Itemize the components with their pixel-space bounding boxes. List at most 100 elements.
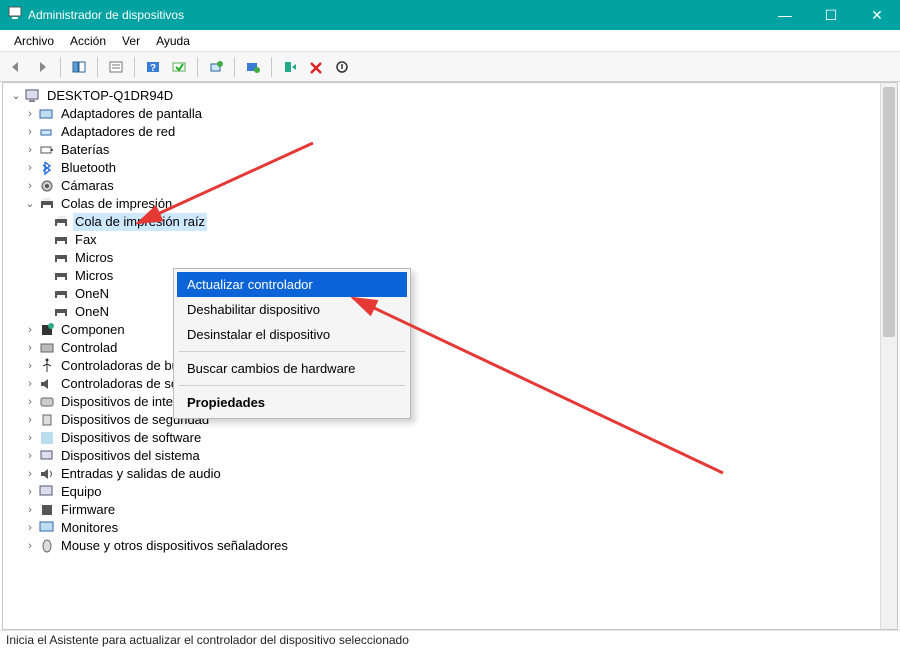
uninstall-device-button[interactable] — [304, 55, 328, 79]
title-bar: Administrador de dispositivos — ☐ ✕ — [0, 0, 900, 30]
svg-text:?: ? — [150, 63, 156, 74]
forward-button[interactable] — [30, 55, 54, 79]
chevron-right-icon[interactable]: › — [23, 431, 37, 446]
tree-item-usb[interactable]: ›Controladoras de bus serie universal — [9, 357, 897, 375]
back-button[interactable] — [4, 55, 28, 79]
chevron-right-icon[interactable]: › — [23, 179, 37, 194]
component-icon — [39, 322, 55, 338]
tree-item-equipo[interactable]: ›Equipo — [9, 483, 897, 501]
printer-icon — [53, 250, 69, 266]
battery-icon — [39, 142, 55, 158]
chevron-right-icon[interactable]: › — [23, 107, 37, 122]
menu-view[interactable]: Ver — [114, 32, 148, 50]
computer-icon — [25, 88, 41, 104]
maximize-button[interactable]: ☐ — [808, 0, 854, 30]
chevron-right-icon[interactable]: › — [23, 377, 37, 392]
menu-divider — [179, 385, 405, 386]
chevron-right-icon[interactable]: › — [23, 449, 37, 464]
chevron-right-icon[interactable]: › — [23, 467, 37, 482]
tree-item-bluetooth[interactable]: › Bluetooth — [9, 159, 897, 177]
status-bar: Inicia el Asistente para actualizar el c… — [0, 630, 900, 652]
tree-item-print-queues[interactable]: ⌄ Colas de impresión — [9, 195, 897, 213]
app-icon — [8, 6, 22, 25]
tree-item-onenote-1[interactable]: OneN — [9, 285, 897, 303]
tree-item-firmware[interactable]: ›Firmware — [9, 501, 897, 519]
menu-disable-device[interactable]: Deshabilitar dispositivo — [177, 297, 407, 322]
monitor-icon — [39, 520, 55, 536]
tree-item-fax[interactable]: Fax — [9, 231, 897, 249]
camera-icon — [39, 178, 55, 194]
menu-scan-hardware[interactable]: Buscar cambios de hardware — [177, 356, 407, 381]
menu-help[interactable]: Ayuda — [148, 32, 198, 50]
tree-item-print-root[interactable]: Cola de impresión raíz — [9, 213, 897, 231]
tree-item-monitors[interactable]: ›Monitores — [9, 519, 897, 537]
chevron-right-icon[interactable]: › — [23, 323, 37, 338]
menu-action[interactable]: Acción — [62, 32, 114, 50]
tree-root-label: DESKTOP-Q1DR94D — [45, 87, 175, 105]
tree-item-onenote-2[interactable]: OneN — [9, 303, 897, 321]
software-icon — [39, 430, 55, 446]
chevron-right-icon[interactable]: › — [23, 161, 37, 176]
network-adapter-icon — [39, 124, 55, 140]
vertical-scrollbar[interactable] — [880, 83, 897, 629]
chevron-right-icon[interactable]: › — [23, 503, 37, 518]
chevron-right-icon[interactable]: › — [23, 143, 37, 158]
tree-item-security[interactable]: ›Dispositivos de seguridad — [9, 411, 897, 429]
menu-update-driver[interactable]: Actualizar controlador — [177, 272, 407, 297]
tree-item-batteries[interactable]: › Baterías — [9, 141, 897, 159]
tree-item-sound[interactable]: ›Controladoras de sonido y vídeo y dispo… — [9, 375, 897, 393]
tree-root[interactable]: ⌄ DESKTOP-Q1DR94D — [9, 87, 897, 105]
tree-item-system-devices[interactable]: ›Dispositivos del sistema — [9, 447, 897, 465]
action-button[interactable] — [167, 55, 191, 79]
tree-item-display-adapters[interactable]: › Adaptadores de pantalla — [9, 105, 897, 123]
tree-item-print-root-label: Cola de impresión raíz — [73, 213, 207, 231]
chevron-right-icon[interactable]: › — [23, 395, 37, 410]
storage-icon — [39, 340, 55, 356]
tree-item-cameras[interactable]: › Cámaras — [9, 177, 897, 195]
help-button[interactable]: ? — [141, 55, 165, 79]
scan-hardware-button[interactable] — [204, 55, 228, 79]
printer-icon — [53, 286, 69, 302]
menu-uninstall-device[interactable]: Desinstalar el dispositivo — [177, 322, 407, 347]
tree-item-controllers[interactable]: ›Controlad — [9, 339, 897, 357]
printer-icon — [53, 268, 69, 284]
tree-item-ms-print-1[interactable]: Micros — [9, 249, 897, 267]
computer-icon — [39, 484, 55, 500]
close-button[interactable]: ✕ — [854, 0, 900, 30]
chevron-right-icon[interactable]: › — [23, 521, 37, 536]
chevron-right-icon[interactable]: › — [23, 485, 37, 500]
minimize-button[interactable]: — — [762, 0, 808, 30]
bluetooth-icon — [39, 160, 55, 176]
update-driver-button[interactable] — [241, 55, 265, 79]
tree-item-software-devices[interactable]: ›Dispositivos de software — [9, 429, 897, 447]
menu-divider — [179, 351, 405, 352]
chevron-down-icon[interactable]: ⌄ — [23, 197, 37, 212]
tree-item-ms-print-2[interactable]: Micros — [9, 267, 897, 285]
tree-item-software-components[interactable]: ›Componen — [9, 321, 897, 339]
display-adapter-icon — [39, 106, 55, 122]
disable-device-button[interactable] — [330, 55, 354, 79]
tree-item-network-adapters[interactable]: › Adaptadores de red — [9, 123, 897, 141]
speaker-icon — [39, 376, 55, 392]
chevron-right-icon[interactable]: › — [23, 413, 37, 428]
mouse-icon — [39, 538, 55, 554]
scrollbar-thumb[interactable] — [883, 87, 895, 337]
chevron-down-icon[interactable]: ⌄ — [9, 89, 23, 104]
properties-button[interactable] — [104, 55, 128, 79]
context-menu: Actualizar controlador Deshabilitar disp… — [173, 268, 411, 419]
audio-icon — [39, 466, 55, 482]
menu-file[interactable]: Archivo — [6, 32, 62, 50]
chevron-right-icon[interactable]: › — [23, 125, 37, 140]
chevron-right-icon[interactable]: › — [23, 359, 37, 374]
enable-device-button[interactable] — [278, 55, 302, 79]
show-hide-console-button[interactable] — [67, 55, 91, 79]
tree-item-hid[interactable]: ›Dispositivos de interfaz humana (HID) — [9, 393, 897, 411]
hid-icon — [39, 394, 55, 410]
device-tree[interactable]: ⌄ DESKTOP-Q1DR94D › Adaptadores de panta… — [3, 83, 897, 555]
menu-properties[interactable]: Propiedades — [177, 390, 407, 415]
chevron-right-icon[interactable]: › — [23, 539, 37, 554]
menu-bar: Archivo Acción Ver Ayuda — [0, 30, 900, 52]
tree-item-audio-io[interactable]: ›Entradas y salidas de audio — [9, 465, 897, 483]
chevron-right-icon[interactable]: › — [23, 341, 37, 356]
tree-item-mouse[interactable]: ›Mouse y otros dispositivos señaladores — [9, 537, 897, 555]
